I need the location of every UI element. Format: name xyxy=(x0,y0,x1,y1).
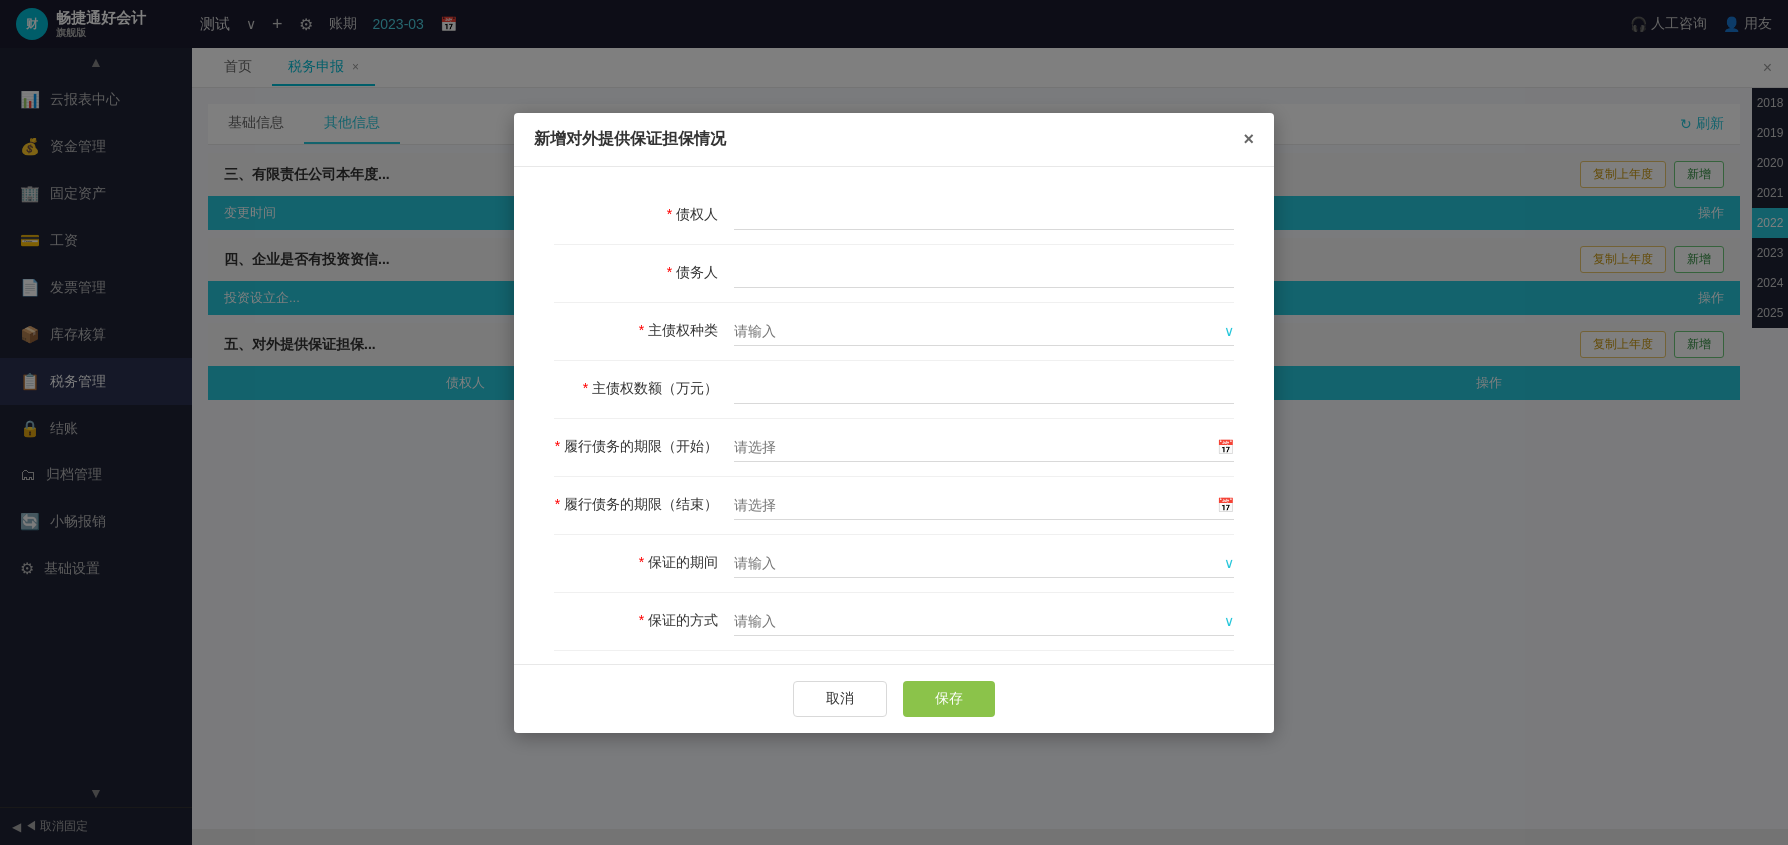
form-row-guarantee-period: * 保证的期间 ∨ xyxy=(554,535,1234,593)
label-period-end: * 履行债务的期限（结束） xyxy=(554,496,734,514)
date-period-end[interactable]: 📅 xyxy=(734,491,1234,520)
dialog-header: 新增对外提供保证担保情况 × xyxy=(514,113,1274,167)
form-row-claim-type: * 主债权种类 ∨ xyxy=(554,303,1234,361)
dialog-title: 新增对外提供保证担保情况 xyxy=(534,129,726,150)
label-creditor: * 债权人 xyxy=(554,206,734,224)
dialog-footer: 取消 保存 xyxy=(514,664,1274,733)
input-creditor[interactable] xyxy=(734,201,1234,230)
select-guarantee-method[interactable]: ∨ xyxy=(734,607,1234,636)
select-claim-type[interactable]: ∨ xyxy=(734,317,1234,346)
input-claim-amount[interactable] xyxy=(734,375,1234,404)
save-button[interactable]: 保存 xyxy=(903,681,995,717)
input-guarantee-period[interactable] xyxy=(734,555,1224,571)
label-claim-amount: * 主债权数额（万元） xyxy=(554,380,734,398)
calendar-start-icon[interactable]: 📅 xyxy=(1217,439,1234,455)
select-guarantee-period[interactable]: ∨ xyxy=(734,549,1234,578)
label-guarantee-period: * 保证的期间 xyxy=(554,554,734,572)
dialog-body: * 债权人 * 债务人 * 主债权种类 xyxy=(514,167,1274,664)
input-claim-type[interactable] xyxy=(734,323,1224,339)
required-mark-debtor: * xyxy=(667,264,672,280)
cancel-button[interactable]: 取消 xyxy=(793,681,887,717)
dialog-close-button[interactable]: × xyxy=(1243,130,1254,148)
form-row-guarantee-method: * 保证的方式 ∨ xyxy=(554,593,1234,651)
required-mark-amount: * xyxy=(583,380,588,396)
label-guarantee-method: * 保证的方式 xyxy=(554,612,734,630)
calendar-end-icon[interactable]: 📅 xyxy=(1217,497,1234,513)
add-guarantee-dialog: 新增对外提供保证担保情况 × * 债权人 * 债务人 xyxy=(514,113,1274,733)
required-mark: * xyxy=(667,206,672,222)
label-debtor: * 债务人 xyxy=(554,264,734,282)
input-debtor[interactable] xyxy=(734,259,1234,288)
input-period-start[interactable] xyxy=(734,439,1217,455)
chevron-gperiod-icon: ∨ xyxy=(1224,555,1234,571)
form-row-creditor: * 债权人 xyxy=(554,187,1234,245)
required-mark-start: * xyxy=(555,438,560,454)
date-period-start[interactable]: 📅 xyxy=(734,433,1234,462)
required-mark-end: * xyxy=(555,496,560,512)
dialog-overlay: 新增对外提供保证担保情况 × * 债权人 * 债务人 xyxy=(0,0,1788,845)
form-row-period-end: * 履行债务的期限（结束） 📅 xyxy=(554,477,1234,535)
required-mark-gperiod: * xyxy=(639,554,644,570)
label-period-start: * 履行债务的期限（开始） xyxy=(554,438,734,456)
form-row-claim-amount: * 主债权数额（万元） xyxy=(554,361,1234,419)
chevron-gmethod-icon: ∨ xyxy=(1224,613,1234,629)
label-claim-type: * 主债权种类 xyxy=(554,322,734,340)
required-mark-claim: * xyxy=(639,322,644,338)
required-mark-gmethod: * xyxy=(639,612,644,628)
form-row-debtor: * 债务人 xyxy=(554,245,1234,303)
chevron-claim-icon: ∨ xyxy=(1224,323,1234,339)
input-guarantee-method[interactable] xyxy=(734,613,1224,629)
form-row-period-start: * 履行债务的期限（开始） 📅 xyxy=(554,419,1234,477)
input-period-end[interactable] xyxy=(734,497,1217,513)
